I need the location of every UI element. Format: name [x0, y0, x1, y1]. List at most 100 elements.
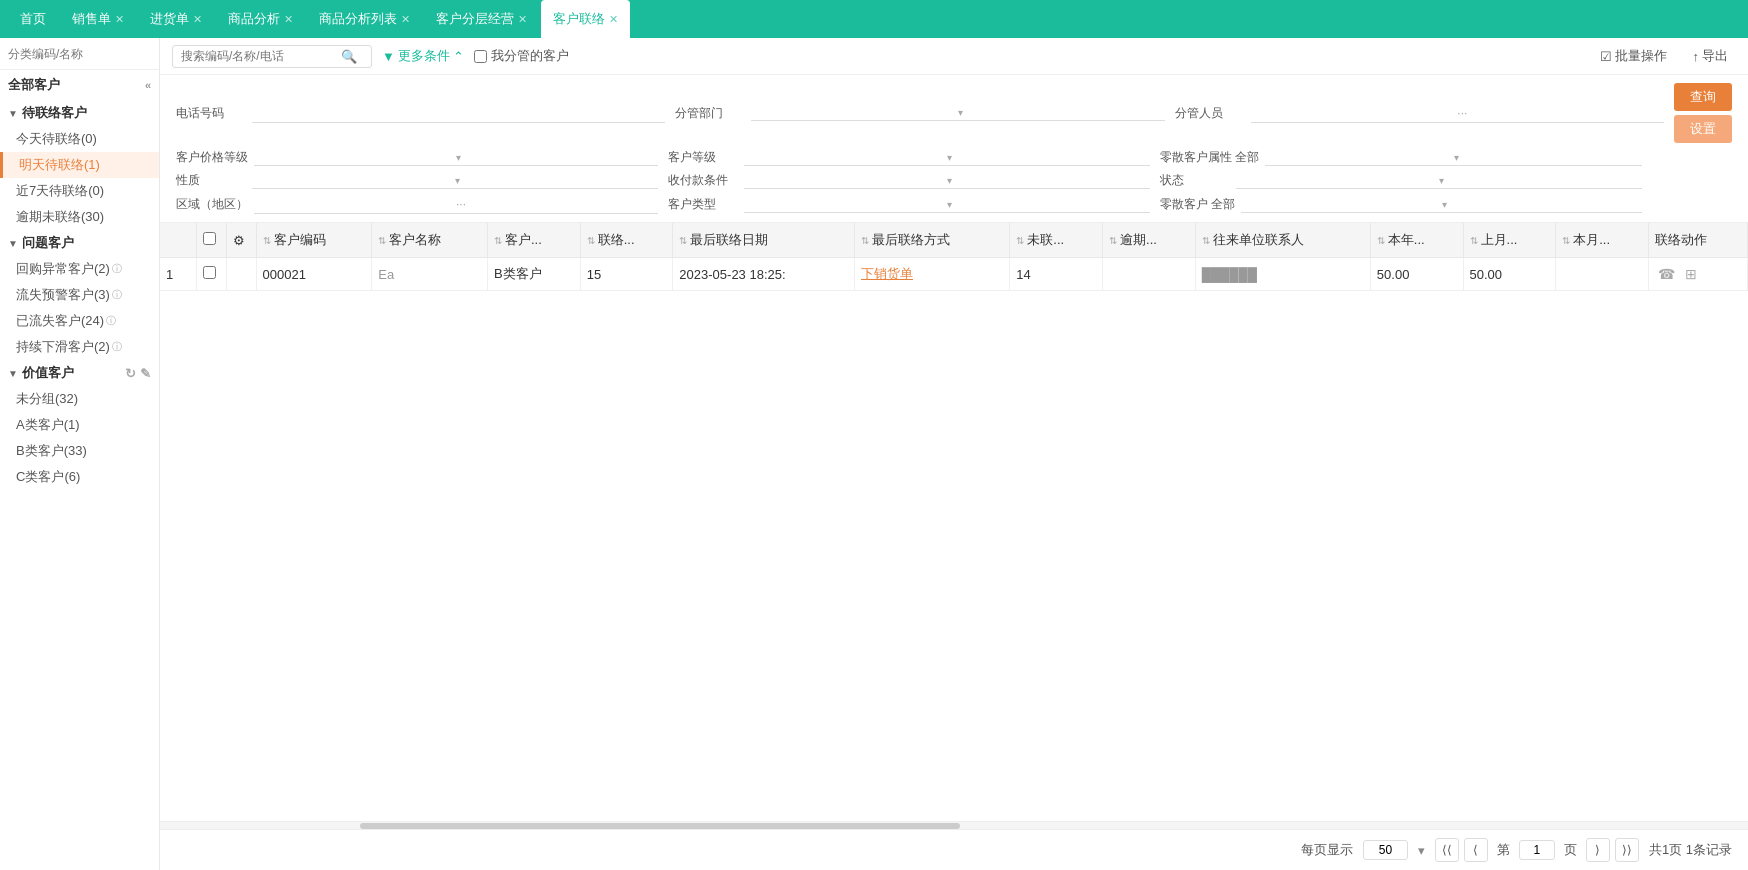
sidebar-item-decline[interactable]: 持续下滑客户(2) ⓘ	[0, 334, 159, 360]
col-last-month[interactable]: ⇅上月...	[1463, 223, 1556, 258]
region-select[interactable]: ···	[254, 195, 658, 214]
select-all-checkbox[interactable]	[203, 232, 216, 245]
sidebar-item-lost-warning[interactable]: 流失预警客户(3) ⓘ	[0, 282, 159, 308]
filter-dept: 分管部门 ▾	[675, 105, 1164, 122]
first-page-btn[interactable]: ⟨⟨	[1435, 838, 1459, 862]
sidebar-search-input[interactable]	[8, 47, 158, 61]
search-icon-btn[interactable]: 🔍	[341, 49, 357, 64]
sidebar-item-repurchase[interactable]: 回购异常客户(2) ⓘ	[0, 256, 159, 282]
cell-this-month	[1556, 258, 1649, 291]
retail-customer-select[interactable]: ▾	[1241, 197, 1642, 213]
customer-type-select[interactable]: ▾	[744, 197, 1150, 213]
sidebar-item-unclassified[interactable]: 未分组(32)	[0, 386, 159, 412]
filter-customer-level: 客户等级 ▾	[668, 149, 1150, 166]
arrow-icon: ▼	[8, 108, 18, 119]
more-icon[interactable]: ⊞	[1685, 266, 1697, 282]
col-contact-count[interactable]: ⇅联络...	[580, 223, 673, 258]
cell-checkbox[interactable]	[196, 258, 226, 291]
nav-analysis-list-close[interactable]: ✕	[401, 13, 410, 26]
sidebar-item-week[interactable]: 近7天待联络(0)	[0, 178, 159, 204]
refresh-icon[interactable]: ↻	[125, 366, 136, 381]
down-arrow-icon-5: ▾	[455, 175, 654, 186]
col-last-date[interactable]: ⇅最后联络日期	[673, 223, 855, 258]
manager-select[interactable]: ···	[1251, 104, 1664, 123]
sidebar-item-today[interactable]: 今天待联络(0)	[0, 126, 159, 152]
nav-customer-contact[interactable]: 客户联络 ✕	[541, 0, 630, 38]
nav-analysis[interactable]: 商品分析 ✕	[216, 0, 305, 38]
my-customer-checkbox[interactable]	[474, 50, 487, 63]
scrollbar-thumb[interactable]	[360, 823, 960, 829]
col-uncontacted[interactable]: ⇅未联...	[1010, 223, 1103, 258]
page-number-input[interactable]	[1519, 840, 1555, 860]
nature-select[interactable]: ▾	[252, 173, 658, 189]
status-select[interactable]: ▾	[1236, 173, 1642, 189]
query-btn[interactable]: 查询	[1674, 83, 1732, 111]
phone-input[interactable]	[252, 104, 665, 123]
nav-purchase-close[interactable]: ✕	[193, 13, 202, 26]
more-filter-btn[interactable]: ▼ 更多条件 ⌃	[382, 47, 464, 65]
horizontal-scrollbar[interactable]	[160, 821, 1748, 829]
search-bar: 🔍 ▼ 更多条件 ⌃ 我分管的客户 ☑ 批量操作 ↑ 导出	[160, 38, 1748, 75]
sidebar-item-class-b[interactable]: B类客户(33)	[0, 438, 159, 464]
page-size-input[interactable]	[1363, 840, 1408, 860]
row-checkbox[interactable]	[203, 266, 216, 279]
col-this-month[interactable]: ⇅本月...	[1556, 223, 1649, 258]
customer-level-select[interactable]: ▾	[744, 150, 1150, 166]
page-navigation: ⟨⟨ ⟨ 第 页 ⟩ ⟩⟩	[1435, 838, 1639, 862]
chevron-down-icon[interactable]: ▾	[1418, 843, 1425, 858]
arrow-icon-2: ▼	[8, 238, 18, 249]
retail-attr-select[interactable]: ▾	[1265, 150, 1642, 166]
col-this-year[interactable]: ⇅本年...	[1370, 223, 1463, 258]
sidebar-item-class-a[interactable]: A类客户(1)	[0, 412, 159, 438]
sidebar-group-value[interactable]: ▼ 价值客户 ↻ ✎	[0, 360, 159, 386]
nav-contact-close[interactable]: ✕	[609, 13, 618, 26]
cell-last-method[interactable]: 下销货单	[855, 258, 1010, 291]
page-size-label: 每页显示	[1301, 841, 1353, 859]
nav-sales-close[interactable]: ✕	[115, 13, 124, 26]
sort-icon-12: ⇅	[1562, 235, 1570, 246]
col-name[interactable]: ⇅客户名称	[372, 223, 488, 258]
nav-analysis-close[interactable]: ✕	[284, 13, 293, 26]
next-page-btn[interactable]: ⟩	[1586, 838, 1610, 862]
price-level-select[interactable]: ▾	[254, 150, 658, 166]
sidebar-item-class-c[interactable]: C类客户(6)	[0, 464, 159, 490]
col-customer-type[interactable]: ⇅客户...	[488, 223, 581, 258]
edit-icon[interactable]: ✎	[140, 366, 151, 381]
col-code[interactable]: ⇅客户编码	[256, 223, 372, 258]
nav-purchase[interactable]: 进货单 ✕	[138, 0, 214, 38]
nav-analysis-list[interactable]: 商品分析列表 ✕	[307, 0, 422, 38]
down-arrow-icon: ▾	[958, 107, 1161, 118]
nav-customer-segmentation[interactable]: 客户分层经营 ✕	[424, 0, 539, 38]
batch-operation-btn[interactable]: ☑ 批量操作	[1592, 44, 1675, 68]
down-arrow-icon-3: ▾	[947, 152, 1146, 163]
sidebar-item-overdue[interactable]: 逾期未联络(30)	[0, 204, 159, 230]
settings-btn[interactable]: 设置	[1674, 115, 1732, 143]
prev-page-btn[interactable]: ⟨	[1464, 838, 1488, 862]
filter-row-4: 区域（地区） ··· 客户类型 ▾ 零散客户 全部	[176, 195, 1732, 214]
col-last-method[interactable]: ⇅最后联络方式	[855, 223, 1010, 258]
nav-home[interactable]: 首页	[8, 0, 58, 38]
phone-icon[interactable]: ☎	[1658, 266, 1675, 282]
my-customer-checkbox-wrap[interactable]: 我分管的客户	[474, 47, 569, 65]
last-method-link[interactable]: 下销货单	[861, 266, 913, 281]
nav-sales[interactable]: 销售单 ✕	[60, 0, 136, 38]
dept-select[interactable]: ▾	[751, 105, 1164, 121]
sidebar-item-already-lost[interactable]: 已流失客户(24) ⓘ	[0, 308, 159, 334]
sidebar-all-customers[interactable]: 全部客户 «	[0, 70, 159, 100]
export-btn[interactable]: ↑ 导出	[1685, 44, 1737, 68]
cell-index: 1	[160, 258, 196, 291]
sidebar-group-problem[interactable]: ▼ 问题客户	[0, 230, 159, 256]
sidebar-item-tomorrow[interactable]: 明天待联络(1)	[0, 152, 159, 178]
cell-last-month: 50.00	[1463, 258, 1556, 291]
nav-segmentation-close[interactable]: ✕	[518, 13, 527, 26]
payment-select[interactable]: ▾	[744, 173, 1150, 189]
last-page-btn[interactable]: ⟩⟩	[1615, 838, 1639, 862]
col-partner-contact[interactable]: ⇅往来单位联系人	[1195, 223, 1370, 258]
table-body: 1 000021 Ea B类客户 15 2023-05-23 18:25: 下销…	[160, 258, 1748, 291]
col-overdue[interactable]: ⇅逾期...	[1103, 223, 1196, 258]
search-input[interactable]	[181, 49, 341, 63]
cell-contact-count: 15	[580, 258, 673, 291]
sidebar-group-pending[interactable]: ▼ 待联络客户	[0, 100, 159, 126]
sort-icon-2: ⇅	[378, 235, 386, 246]
table-footer: 每页显示 ▾ ⟨⟨ ⟨ 第 页 ⟩ ⟩⟩ 共1页 1条记录	[160, 829, 1748, 870]
